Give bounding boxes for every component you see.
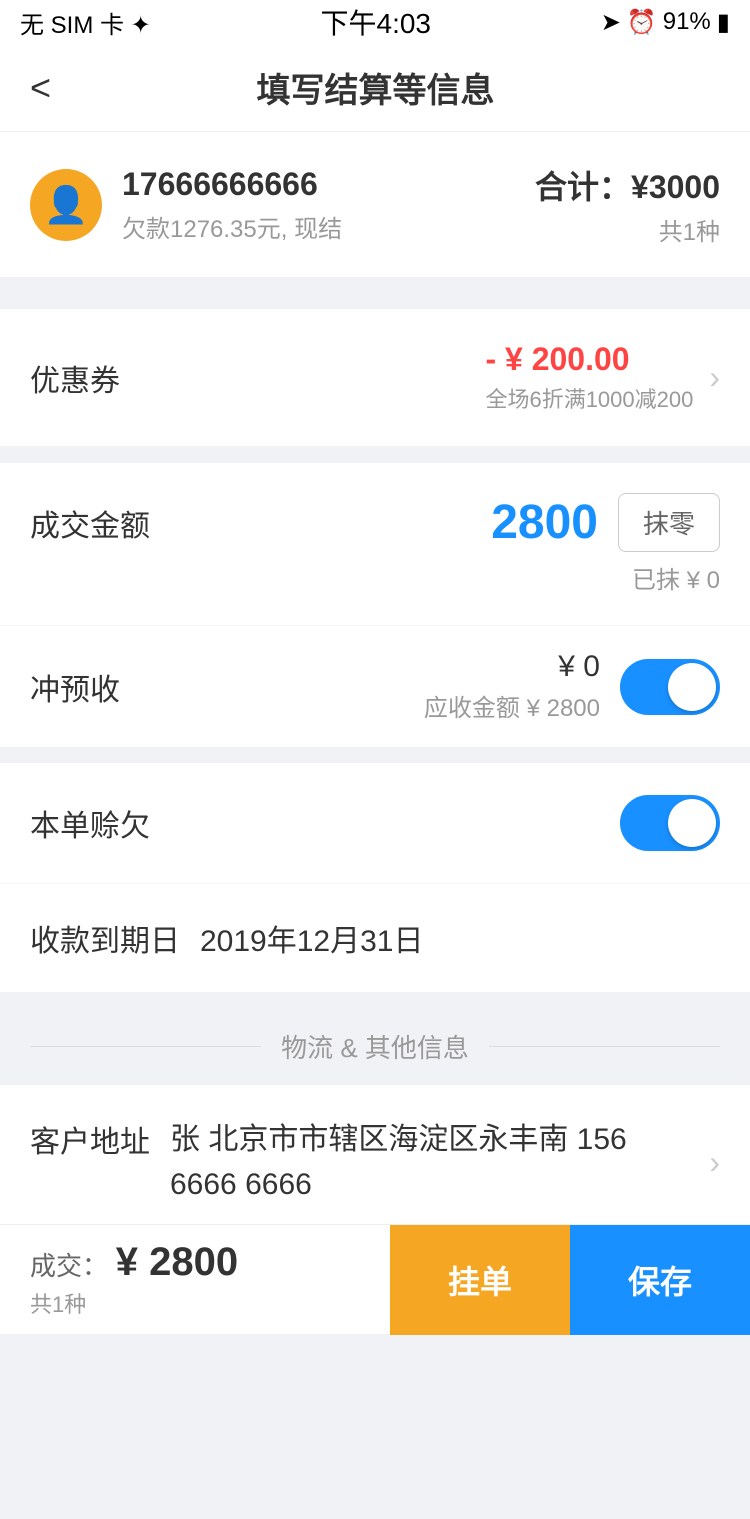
debit-label: 本单赊欠: [30, 801, 150, 845]
footer-left: 成交： ¥ 2800 共1种: [0, 1240, 390, 1319]
round-button[interactable]: 抹零: [618, 493, 720, 552]
section-gap-3: [0, 747, 750, 763]
customer-note: 欠款1276.35元, 现结: [122, 209, 342, 244]
prereceive-sub: 应收金额 ¥ 2800: [424, 688, 600, 723]
section-gap-4: [0, 992, 750, 1008]
prereceive-value: ¥ 0: [424, 650, 600, 684]
duedate-row: 收款到期日 2019年12月31日: [30, 916, 720, 960]
sim-label: 无 SIM 卡 ✦: [20, 5, 151, 40]
transaction-sub: 已抹 ¥ 0: [30, 560, 720, 595]
prereceive-right: ¥ 0 应收金额 ¥ 2800: [424, 650, 720, 723]
footer-trans-row: 成交： ¥ 2800: [30, 1240, 360, 1285]
total-amount: 合计：¥3000: [535, 162, 720, 208]
address-chevron-icon: ›: [709, 1144, 720, 1181]
status-right: ➤ ⏰ 91% ▮: [601, 8, 730, 37]
footer: 成交： ¥ 2800 共1种 挂单 保存: [0, 1224, 750, 1334]
hang-button[interactable]: 挂单: [390, 1225, 570, 1335]
footer-trans-label: 成交：: [30, 1251, 108, 1281]
debit-toggle[interactable]: [620, 795, 720, 851]
coupon-chevron-icon: ›: [709, 359, 720, 396]
customer-right: 合计：¥3000 共1种: [535, 162, 720, 247]
clock-icon: ⏰: [627, 8, 657, 37]
nav-bar: < 填写结算等信息: [0, 44, 750, 132]
transaction-right: 2800 抹零: [491, 493, 720, 552]
location-icon: ➤: [601, 8, 621, 37]
status-bar: 无 SIM 卡 ✦ 下午4:03 ➤ ⏰ 91% ▮: [0, 0, 750, 44]
prereceive-section: 冲预收 ¥ 0 应收金额 ¥ 2800: [0, 625, 750, 747]
prereceive-info: ¥ 0 应收金额 ¥ 2800: [424, 650, 600, 723]
duedate-value: 2019年12月31日: [200, 916, 423, 960]
address-section[interactable]: 客户地址 张 北京市市辖区海淀区永丰南 156 6666 6666 ›: [0, 1085, 750, 1239]
page-title: 填写结算等信息: [71, 63, 680, 112]
total-count: 共1种: [535, 212, 720, 247]
prereceive-label: 冲预收: [30, 665, 120, 709]
status-time: 下午4:03: [321, 2, 432, 42]
battery-label: 91%: [663, 8, 711, 36]
status-left: 无 SIM 卡 ✦: [20, 5, 151, 40]
logistics-divider: 物流 & 其他信息: [0, 1008, 750, 1085]
customer-card: 👤 17666666666 欠款1276.35元, 现结 合计：¥3000 共1…: [0, 132, 750, 277]
address-value: 张 北京市市辖区海淀区永丰南 156 6666 6666: [170, 1117, 693, 1207]
coupon-detail: 全场6折满1000减200: [485, 382, 693, 414]
duedate-section: 收款到期日 2019年12月31日: [0, 883, 750, 992]
toggle-knob: [668, 663, 716, 711]
divider-line-right: [489, 1046, 720, 1047]
logistics-text: 物流 & 其他信息: [281, 1028, 469, 1065]
duedate-label: 收款到期日: [30, 916, 180, 960]
coupon-discount: - ¥ 200.00: [485, 341, 693, 378]
battery-icon: ▮: [717, 8, 730, 37]
footer-trans-amount: ¥ 2800: [116, 1240, 238, 1284]
transaction-label: 成交金额: [30, 501, 150, 545]
coupon-row[interactable]: 优惠券 - ¥ 200.00 全场6折满1000减200 ›: [0, 309, 750, 447]
address-label: 客户地址: [30, 1117, 150, 1161]
save-button[interactable]: 保存: [570, 1225, 750, 1335]
transaction-row: 成交金额 2800 抹零: [30, 493, 720, 552]
back-button[interactable]: <: [30, 67, 51, 109]
customer-left: 👤 17666666666 欠款1276.35元, 现结: [30, 166, 342, 244]
coupon-label: 优惠券: [30, 356, 120, 400]
section-gap-1: [0, 293, 750, 309]
avatar: 👤: [30, 169, 102, 241]
divider-line-left: [30, 1046, 261, 1047]
footer-count: 共1种: [30, 1287, 360, 1319]
debit-toggle-knob: [668, 799, 716, 847]
debit-section: 本单赊欠: [0, 763, 750, 883]
total-label: 合计：: [535, 169, 631, 205]
customer-info: 17666666666 欠款1276.35元, 现结: [122, 166, 342, 244]
transaction-section: 成交金额 2800 抹零 已抹 ¥ 0: [0, 463, 750, 625]
prereceive-toggle[interactable]: [620, 659, 720, 715]
transaction-amount: 2800: [491, 495, 598, 550]
section-gap-2: [0, 447, 750, 463]
total-value: ¥3000: [631, 169, 720, 205]
coupon-right: - ¥ 200.00 全场6折满1000减200 ›: [485, 341, 720, 414]
customer-phone: 17666666666: [122, 166, 342, 203]
